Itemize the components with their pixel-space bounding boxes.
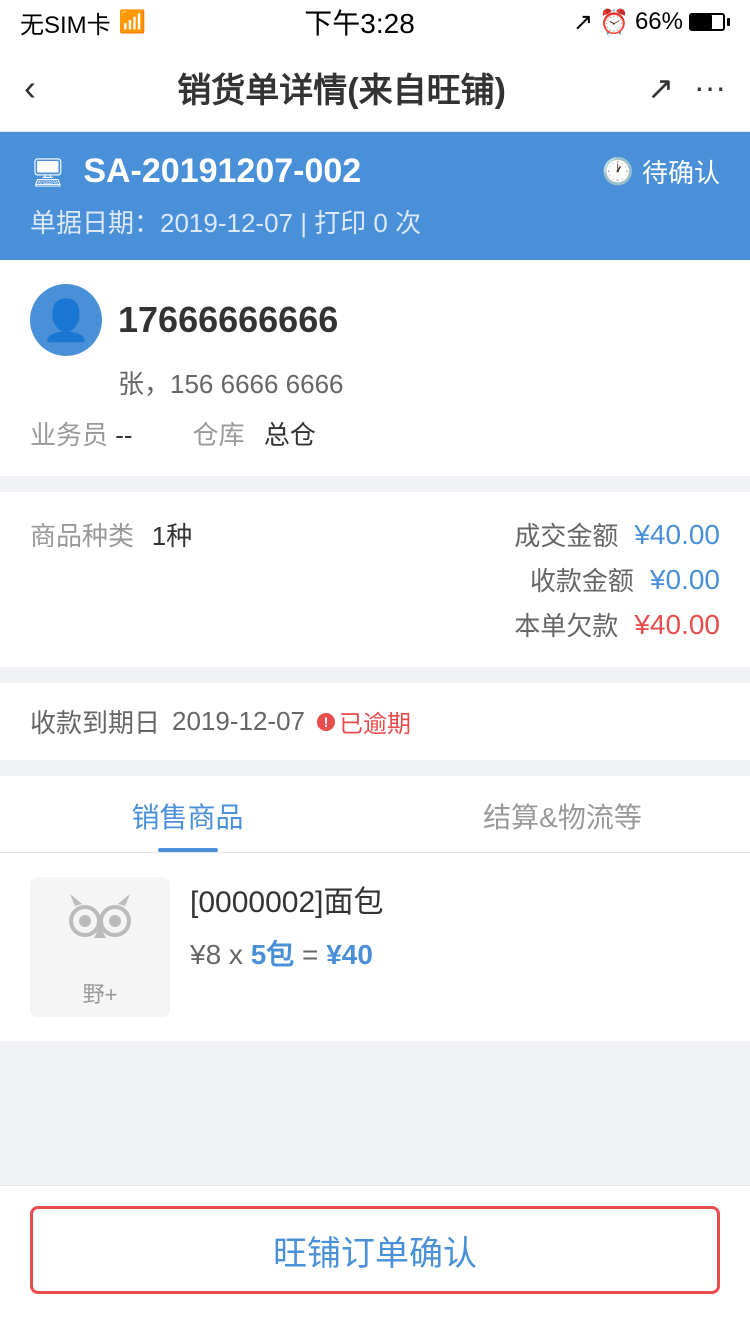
product-type-value: 1种 <box>152 516 192 553</box>
due-date: 2019-12-07 <box>172 706 305 737</box>
overdue-dot-icon: ! <box>317 713 335 731</box>
amount-label: 成交金额 <box>514 516 618 553</box>
customer-meta: 业务员 -- 仓库 总仓 <box>30 415 720 452</box>
battery-label: 66% <box>635 8 683 36</box>
summary-right: 成交金额 ¥40.00 收款金额 ¥0.00 本单欠款 ¥40.00 <box>514 516 720 643</box>
overdue-text: 已逾期 <box>339 704 411 739</box>
product-section: 野+ [0000002]面包 ¥8 x 5包 = ¥40 <box>0 853 750 1041</box>
status-clock-icon: 🕐 <box>602 156 634 187</box>
order-id: SA-20191207-002 <box>83 152 361 190</box>
content-wrap: 🖥 SA-20191207-002 🕐 待确认 单据日期：2019-12-07 … <box>0 132 750 1221</box>
customer-name: 张，156 6666 6666 <box>30 364 720 401</box>
owed-value: ¥40.00 <box>634 609 720 641</box>
product-thumbnail: 野+ <box>30 877 170 1017</box>
tabs-bar: 销售商品 结算&物流等 <box>0 776 750 853</box>
status-bar: 无SIM卡 📶 下午3:28 ↗ ⏰ 66% <box>0 0 750 44</box>
page-title: 销货单详情(来自旺铺) <box>177 63 506 112</box>
tab-products-underline <box>158 848 218 852</box>
back-button[interactable]: ‹ <box>24 67 36 109</box>
warehouse-label: 仓库 <box>193 420 245 450</box>
status-text: 待确认 <box>642 153 720 190</box>
owed-row: 本单欠款 ¥40.00 <box>514 606 720 643</box>
due-label: 收款到期日 <box>30 703 160 740</box>
avatar: 👤 <box>30 284 102 356</box>
carrier-label: 无SIM卡 <box>20 5 111 40</box>
share-icon[interactable]: ↗︎ <box>647 69 674 107</box>
price-equals: = <box>294 939 326 970</box>
warehouse-value: 总仓 <box>264 420 316 450</box>
product-info: [0000002]面包 ¥8 x 5包 = ¥40 <box>190 877 720 973</box>
price-qty: 5包 <box>251 939 295 970</box>
battery-icon <box>689 13 730 31</box>
nav-bar: ‹ 销货单详情(来自旺铺) ↗︎ ··· <box>0 44 750 132</box>
bottom-area: 旺铺订单确认 <box>0 1185 750 1334</box>
product-type-label: 商品种类 <box>30 521 134 551</box>
more-icon[interactable]: ··· <box>694 69 726 106</box>
status-left: 无SIM卡 📶 <box>20 5 146 40</box>
tab-settlement-label: 结算&物流等 <box>483 796 642 836</box>
customer-top: 👤 17666666666 <box>30 284 720 356</box>
tab-products-label: 销售商品 <box>131 796 243 836</box>
summary-left: 商品种类 1种 <box>30 516 192 553</box>
price-total: ¥40 <box>326 939 373 970</box>
owl-logo-icon <box>50 886 150 966</box>
alarm-icon: ⏰ <box>599 8 629 37</box>
due-section: 收款到期日 2019-12-07 ! 已逾期 <box>0 683 750 760</box>
nav-actions: ↗︎ ··· <box>647 69 726 107</box>
product-name: [0000002]面包 <box>190 877 720 921</box>
received-row: 收款金额 ¥0.00 <box>530 561 720 598</box>
owed-label: 本单欠款 <box>514 606 618 643</box>
received-label: 收款金额 <box>530 561 634 598</box>
summary-section: 商品种类 1种 成交金额 ¥40.00 收款金额 ¥0.00 本单欠款 ¥40.… <box>0 492 750 667</box>
order-banner: 🖥 SA-20191207-002 🕐 待确认 单据日期：2019-12-07 … <box>0 132 750 260</box>
order-id-icon: 🖥 <box>30 157 66 188</box>
product-type-row: 商品种类 1种 <box>30 516 192 553</box>
order-banner-top: 🖥 SA-20191207-002 🕐 待确认 <box>30 152 720 191</box>
customer-phone: 17666666666 <box>118 299 338 341</box>
product-thumb-text: 野+ <box>50 977 150 1009</box>
received-value: ¥0.00 <box>650 564 720 596</box>
amount-row: 成交金额 ¥40.00 <box>514 516 720 553</box>
warehouse-meta: 仓库 总仓 <box>193 415 316 452</box>
product-price: ¥8 x 5包 = ¥40 <box>190 933 720 973</box>
wifi-icon: 📶 <box>119 9 146 35</box>
confirm-button[interactable]: 旺铺订单确认 <box>30 1206 720 1294</box>
sales-value: -- <box>115 420 132 450</box>
amount-value: ¥40.00 <box>634 519 720 551</box>
order-date: 单据日期：2019-12-07 | 打印 0 次 <box>30 203 720 240</box>
sales-meta: 业务员 -- <box>30 415 133 452</box>
price-formula: ¥8 x <box>190 939 251 970</box>
status-time: 下午3:28 <box>304 2 415 42</box>
order-status: 🕐 待确认 <box>602 153 720 190</box>
location-icon: ↗ <box>573 8 593 37</box>
status-right: ↗ ⏰ 66% <box>573 8 730 37</box>
tab-settlement[interactable]: 结算&物流等 <box>375 776 750 852</box>
tab-products[interactable]: 销售商品 <box>0 776 375 852</box>
avatar-icon: 👤 <box>41 297 91 344</box>
sales-label: 业务员 <box>30 420 108 450</box>
order-id-container: 🖥 SA-20191207-002 <box>30 152 361 191</box>
overdue-badge: ! 已逾期 <box>317 704 411 739</box>
product-thumb-placeholder: 野+ <box>50 886 150 1009</box>
customer-section: 👤 17666666666 张，156 6666 6666 业务员 -- 仓库 … <box>0 260 750 476</box>
